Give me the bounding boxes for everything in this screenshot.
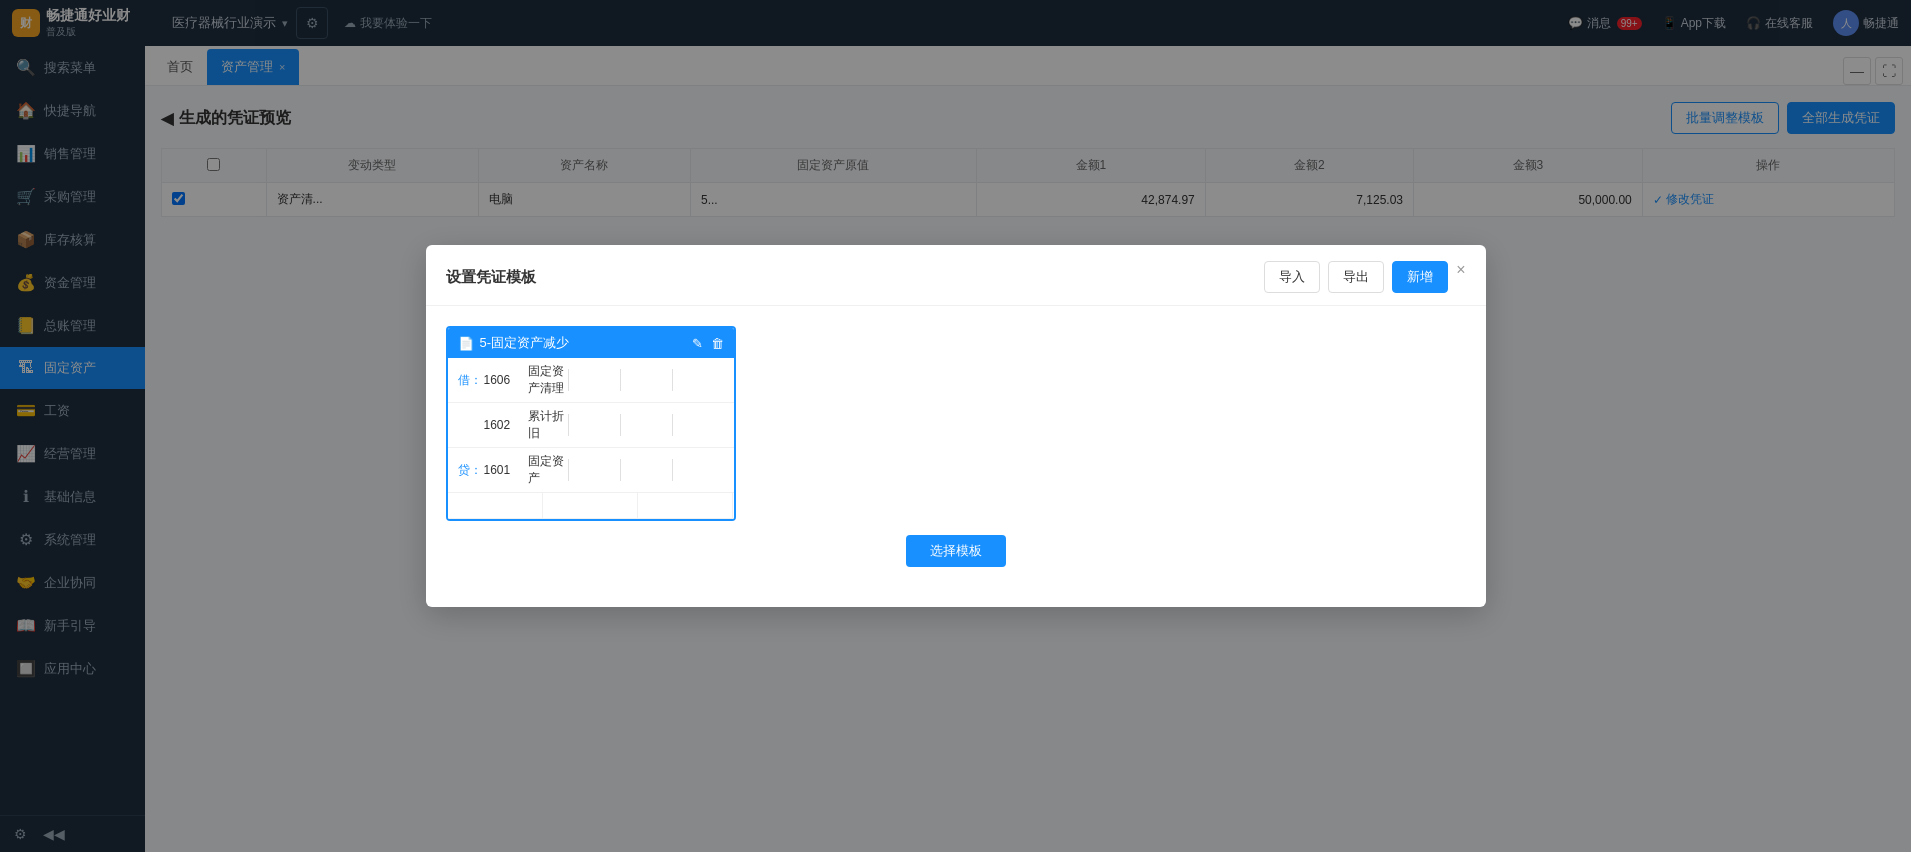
entry-code-1: 1606 — [484, 373, 524, 387]
entry-cols-3 — [568, 459, 724, 481]
entry-name-3: 固定资产 — [528, 453, 568, 487]
dialog-header-buttons: 导入 导出 新增 × — [1264, 261, 1465, 293]
import-btn[interactable]: 导入 — [1264, 261, 1320, 293]
content-area: 首页 资产管理 × — ⛶ ◀ 生成的凭证预览 批量调整模板 全部生成凭证 — [145, 46, 1911, 852]
entry-col-1 — [568, 369, 620, 391]
entry-cols-2 — [568, 414, 724, 436]
template-entry-1: 借： 1606 固定资产清理 — [448, 358, 734, 403]
entry-code-3: 1601 — [484, 463, 524, 477]
entry-col-2 — [620, 369, 672, 391]
template-entries: 借： 1606 固定资产清理 — [448, 358, 734, 519]
entry-col-8 — [620, 459, 672, 481]
template-doc-icon: 📄 — [458, 336, 474, 351]
dialog-set-template: 设置凭证模板 导入 导出 新增 × 📄 — [426, 245, 1486, 607]
dialog-overlay: 设置凭证模板 导入 导出 新增 × 📄 — [145, 86, 1911, 852]
dialog-title: 设置凭证模板 — [446, 268, 536, 287]
template-edit-icon[interactable]: ✎ — [692, 336, 703, 351]
entry-debit-label: 借： — [458, 372, 484, 389]
new-template-btn[interactable]: 新增 — [1392, 261, 1448, 293]
entry-col-9 — [672, 459, 724, 481]
entry-name-1: 固定资产清理 — [528, 363, 568, 397]
entry-code-2: 1602 — [484, 418, 524, 432]
main-layout: 🔍 搜索菜单 🏠 快捷导航 📊 销售管理 🛒 采购管理 📦 库存核算 💰 — [0, 46, 1911, 852]
entry-credit-label: 贷： — [458, 462, 484, 479]
template-entry-3: 贷： 1601 固定资产 — [448, 448, 734, 493]
entry-col-7 — [568, 459, 620, 481]
dialog-body: 📄 5-固定资产减少 ✎ 🗑 借： — [426, 306, 1486, 587]
template-card-title: 5-固定资产减少 — [480, 334, 686, 352]
entry-cols-1 — [568, 369, 724, 391]
dialog-header: 设置凭证模板 导入 导出 新增 × — [426, 245, 1486, 306]
entry-col-5 — [620, 414, 672, 436]
page-content: ◀ 生成的凭证预览 批量调整模板 全部生成凭证 变动类型 资产名称 固定资产原值 — [145, 86, 1911, 852]
empty-col-1 — [448, 493, 543, 518]
entry-name-2: 累计折旧 — [528, 408, 568, 442]
export-btn[interactable]: 导出 — [1328, 261, 1384, 293]
dialog-close-btn[interactable]: × — [1456, 261, 1465, 293]
empty-col-2 — [543, 493, 638, 518]
template-entry-2: 借： 1602 累计折旧 — [448, 403, 734, 448]
select-template-btn[interactable]: 选择模板 — [906, 535, 1006, 567]
template-delete-icon[interactable]: 🗑 — [711, 336, 724, 351]
template-entry-empty — [448, 493, 734, 519]
template-card-action-icons: ✎ 🗑 — [692, 336, 724, 351]
template-card-header: 📄 5-固定资产减少 ✎ 🗑 — [448, 328, 734, 358]
template-card: 📄 5-固定资产减少 ✎ 🗑 借： — [446, 326, 736, 521]
empty-col-3 — [638, 493, 733, 518]
entry-col-6 — [672, 414, 724, 436]
entry-col-4 — [568, 414, 620, 436]
entry-col-3 — [672, 369, 724, 391]
